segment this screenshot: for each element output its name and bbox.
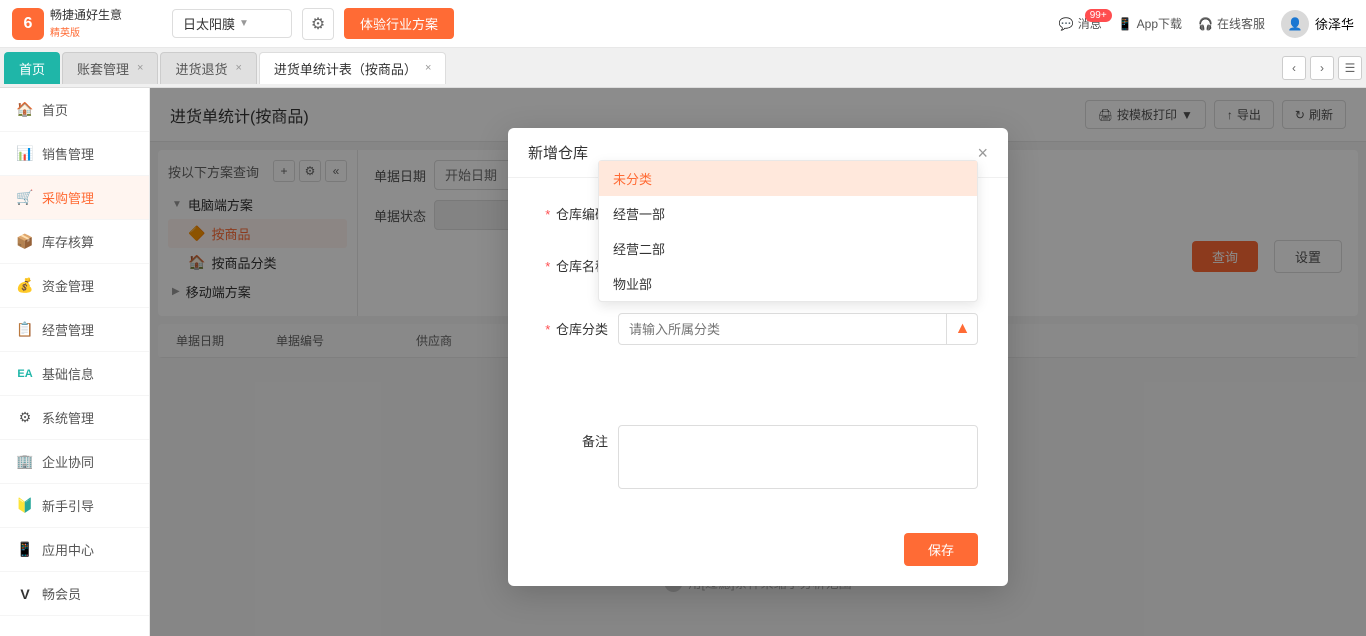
dropdown-item-0[interactable]: 未分类 [599, 161, 977, 196]
sidebar-label-operation: 经营管理 [42, 320, 94, 339]
tab-bar: 首页 账套管理 × 进货退货 × 进货单统计表（按商品） × ‹ › ☰ [0, 48, 1366, 88]
vip-icon: V [16, 585, 34, 603]
store-arrow-icon: ▼ [239, 18, 249, 29]
service-item[interactable]: 🎧 在线客服 [1198, 15, 1265, 32]
sidebar-label-finance: 资金管理 [42, 276, 94, 295]
classify-label: * 仓库分类 [538, 313, 618, 338]
app-label: App下载 [1137, 15, 1182, 32]
sidebar-item-sales[interactable]: 📊 销售管理 [0, 132, 149, 176]
gear-button[interactable]: ⚙ [302, 8, 334, 40]
message-badge: 99+ [1085, 9, 1112, 22]
sidebar-label-purchase: 采购管理 [42, 188, 94, 207]
sidebar: 🏠 首页 📊 销售管理 🛒 采购管理 📦 库存核算 💰 资金管理 📋 经营管理 … [0, 88, 150, 636]
corp-icon: 🏢 [16, 453, 34, 471]
sidebar-item-inventory[interactable]: 📦 库存核算 [0, 220, 149, 264]
tab-purchase-return-close[interactable]: × [235, 62, 241, 74]
logo-text-area: 畅捷通好生意 精英版 [50, 8, 122, 39]
remark-input[interactable] [618, 425, 978, 489]
tab-home-label: 首页 [19, 59, 45, 78]
message-icon: 💬 [1059, 17, 1074, 31]
tab-next-btn[interactable]: › [1310, 56, 1334, 80]
modal-overlay[interactable]: 新增仓库 × * 仓库编码 [150, 88, 1366, 636]
trial-button[interactable]: 体验行业方案 [344, 8, 454, 39]
tab-purchase-stat-close[interactable]: × [425, 62, 431, 74]
sidebar-label-corp: 企业协同 [42, 452, 94, 471]
tab-purchase-return[interactable]: 进货退货 × [160, 52, 256, 84]
sidebar-item-finance[interactable]: 💰 资金管理 [0, 264, 149, 308]
modal-footer: 保存 [508, 533, 1008, 566]
modal-body: * 仓库编码 * 仓库名称 [508, 178, 1008, 525]
home-icon: 🏠 [16, 101, 34, 119]
finance-icon: 💰 [16, 277, 34, 295]
tab-home[interactable]: 首页 [4, 52, 60, 84]
sidebar-item-basic[interactable]: EA 基础信息 [0, 352, 149, 396]
logo-text: 畅捷通好生意 [50, 8, 122, 24]
form-row-classify: * 仓库分类 ▲ [538, 313, 978, 345]
tab-accounts-close[interactable]: × [137, 62, 143, 74]
sidebar-item-system[interactable]: ⚙ 系统管理 [0, 396, 149, 440]
logo-icon: 6 [12, 8, 44, 40]
sidebar-label-inventory: 库存核算 [42, 232, 94, 251]
sales-icon: 📊 [16, 145, 34, 163]
logo-area: 6 畅捷通好生意 精英版 [12, 8, 162, 40]
sidebar-label-basic: 基础信息 [42, 364, 94, 383]
sidebar-item-operation[interactable]: 📋 经营管理 [0, 308, 149, 352]
app-download-item[interactable]: 📱 App下载 [1118, 15, 1182, 32]
store-selector[interactable]: 日太阳膜 ▼ [172, 9, 292, 38]
tab-purchase-stat[interactable]: 进货单统计表（按商品） × [259, 52, 446, 84]
sidebar-label-appstore: 应用中心 [42, 540, 94, 559]
dropdown-item-2[interactable]: 经营二部 [599, 231, 977, 266]
tab-prev-btn[interactable]: ‹ [1282, 56, 1306, 80]
content-area: 进货单统计(按商品) 🖨 按模板打印 ▼ ↑ 导出 ↻ 刷新 [150, 88, 1366, 636]
header-right: 💬 消息 99+ 📱 App下载 🎧 在线客服 👤 徐泽华 [1059, 10, 1354, 38]
service-label: 在线客服 [1217, 15, 1265, 32]
sidebar-label-home: 首页 [42, 100, 68, 119]
user-name: 徐泽华 [1315, 14, 1354, 33]
tab-accounts-label: 账套管理 [77, 59, 129, 78]
operation-icon: 📋 [16, 321, 34, 339]
tab-purchase-return-label: 进货退货 [175, 59, 227, 78]
sidebar-label-system: 系统管理 [42, 408, 94, 427]
form-row-remark: 备注 [538, 425, 978, 489]
top-header: 6 畅捷通好生意 精英版 日太阳膜 ▼ ⚙ 体验行业方案 💬 消息 99+ 📱 … [0, 0, 1366, 48]
basic-icon: EA [16, 365, 34, 383]
remark-label: 备注 [538, 425, 618, 450]
modal-close-btn[interactable]: × [977, 144, 988, 162]
modal-add-warehouse: 新增仓库 × * 仓库编码 [508, 128, 1008, 586]
main-layout: 🏠 首页 📊 销售管理 🛒 采购管理 📦 库存核算 💰 资金管理 📋 经营管理 … [0, 88, 1366, 636]
tab-purchase-stat-label: 进货单统计表（按商品） [274, 59, 417, 78]
headset-icon: 🎧 [1198, 17, 1213, 31]
save-button[interactable]: 保存 [904, 533, 978, 566]
sidebar-item-appstore[interactable]: 📱 应用中心 [0, 528, 149, 572]
sidebar-item-corp[interactable]: 🏢 企业协同 [0, 440, 149, 484]
classify-toggle-btn[interactable]: ▲ [946, 313, 978, 345]
purchase-icon: 🛒 [16, 189, 34, 207]
tab-accounts[interactable]: 账套管理 × [62, 52, 158, 84]
classify-input[interactable] [618, 313, 978, 345]
store-name: 日太阳膜 [183, 14, 235, 33]
avatar: 👤 [1281, 10, 1309, 38]
sidebar-label-vip: 畅会员 [42, 584, 81, 603]
inventory-icon: 📦 [16, 233, 34, 251]
sidebar-item-purchase[interactable]: 🛒 采购管理 [0, 176, 149, 220]
sidebar-item-home[interactable]: 🏠 首页 [0, 88, 149, 132]
appstore-icon: 📱 [16, 541, 34, 559]
sidebar-item-guide[interactable]: 🔰 新手引导 [0, 484, 149, 528]
user-area[interactable]: 👤 徐泽华 [1281, 10, 1354, 38]
dropdown-item-1[interactable]: 经营一部 [599, 196, 977, 231]
classify-dropdown: 未分类 经营一部 经营二部 物业部 [598, 160, 978, 302]
app-icon: 📱 [1118, 17, 1133, 31]
sidebar-item-vip[interactable]: V 畅会员 [0, 572, 149, 616]
classify-wrapper: ▲ [618, 313, 978, 345]
tab-controls: ‹ › ☰ [1282, 56, 1362, 80]
guide-icon: 🔰 [16, 497, 34, 515]
sidebar-label-sales: 销售管理 [42, 144, 94, 163]
tab-more-btn[interactable]: ☰ [1338, 56, 1362, 80]
dropdown-item-3[interactable]: 物业部 [599, 266, 977, 301]
message-icon-item[interactable]: 💬 消息 99+ [1059, 15, 1102, 32]
logo-sub: 精英版 [50, 24, 122, 39]
system-icon: ⚙ [16, 409, 34, 427]
sidebar-label-guide: 新手引导 [42, 496, 94, 515]
modal-title: 新增仓库 [528, 142, 588, 163]
